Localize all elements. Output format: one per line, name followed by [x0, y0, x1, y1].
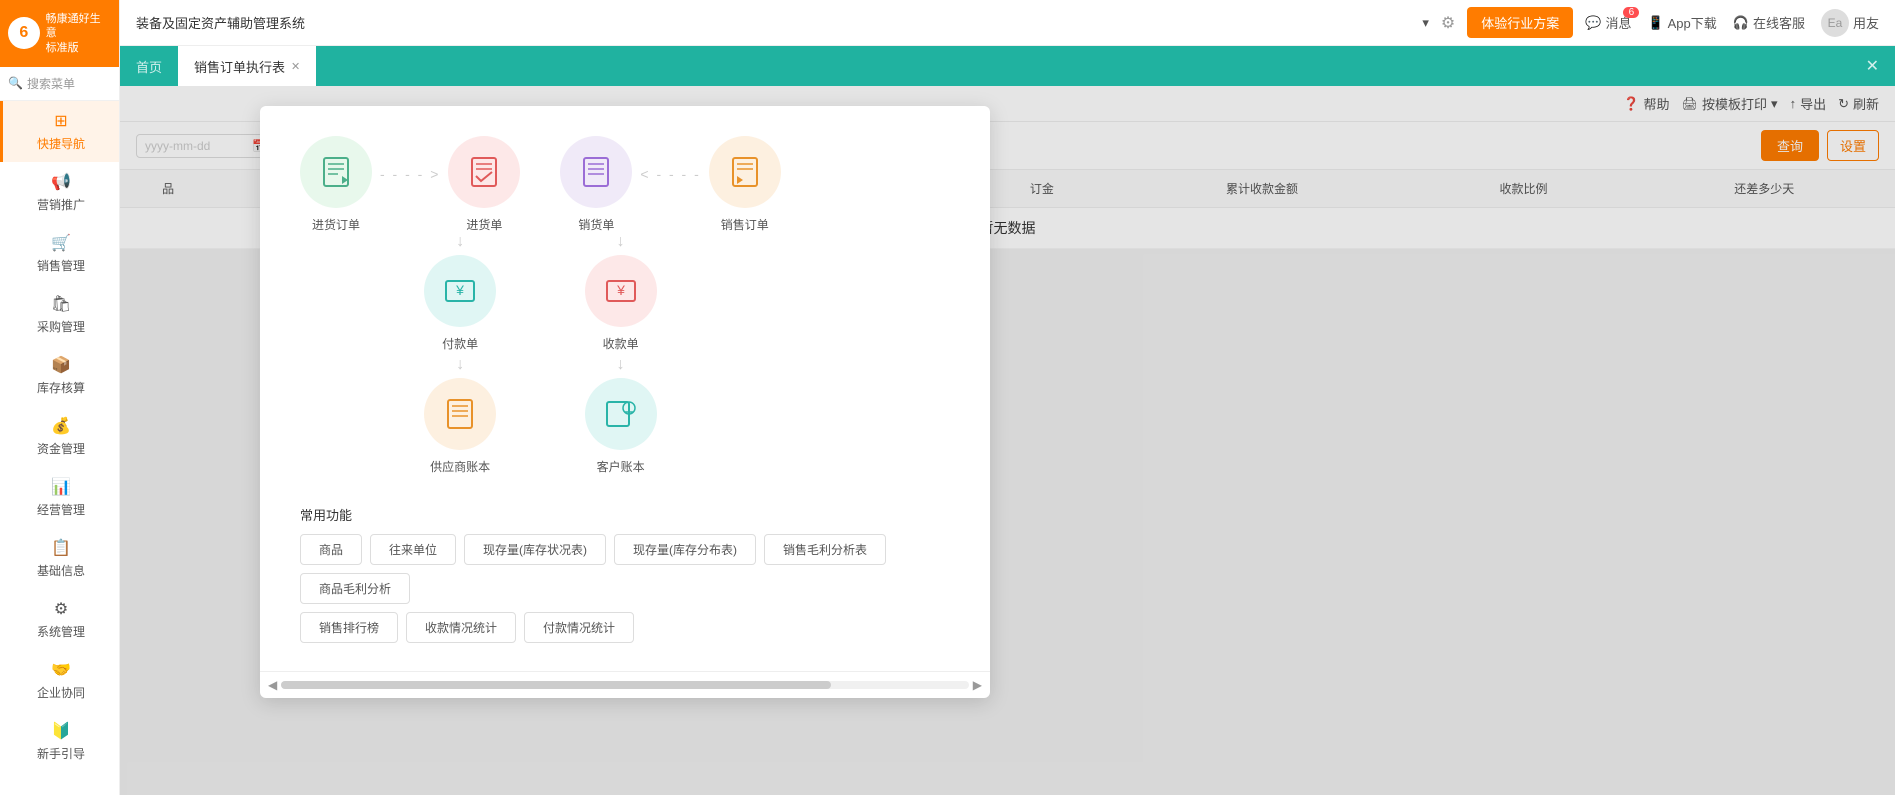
main-area: 装备及固定资产辅助管理系统 ▾ ⚙ 体验行业方案 💬 消息 6 📱 App下载 … — [120, 0, 1895, 795]
newcomer-icon: 🔰 — [51, 721, 71, 741]
func-btn-stock-status[interactable]: 现存量(库存状况表) — [464, 534, 606, 565]
quick-nav-icon: ⊞ — [54, 111, 67, 131]
receipt-bill-circle: ¥ — [585, 255, 657, 327]
logo-area: 6 畅康通好生意 标准版 — [0, 0, 119, 67]
func-btn-payment-stats[interactable]: 付款情况统计 — [524, 612, 634, 643]
phone-icon: 📱 — [1647, 15, 1663, 31]
flow-diagram: 进货订单 - - - - > — [300, 136, 950, 475]
sidebar-item-purchase[interactable]: 🛍 采购管理 — [0, 284, 119, 345]
basic-info-icon: 📋 — [51, 538, 71, 558]
user-menu[interactable]: Ea 用友 — [1821, 9, 1879, 37]
inventory-icon: 📦 — [51, 355, 71, 375]
scroll-right-icon[interactable]: ▶ — [973, 678, 982, 692]
func-btn-sales-profit[interactable]: 销售毛利分析表 — [764, 534, 886, 565]
online-service-action[interactable]: 🎧 在线客服 — [1733, 13, 1805, 32]
func-grid-row2: 销售排行榜 收款情况统计 付款情况统计 — [300, 612, 950, 643]
common-functions-title: 常用功能 — [300, 505, 950, 524]
tab-sales-order-exec[interactable]: 销售订单执行表 ✕ — [178, 46, 316, 86]
sidebar-item-marketing[interactable]: 📢 营销推广 — [0, 162, 119, 223]
payment-bill-circle: ¥ — [424, 255, 496, 327]
sidebar-nav: ⊞ 快捷导航 📢 营销推广 🛒 销售管理 🛍 采购管理 📦 库存核算 💰 — [0, 101, 119, 795]
sidebar-item-enterprise[interactable]: 🤝 企业协同 — [0, 650, 119, 711]
common-functions: 常用功能 商品 往来单位 现存量(库存状况表) 现存量(库存分布表) 销售毛利分… — [300, 505, 950, 643]
customer-ledger-circle — [585, 378, 657, 450]
finance-icon: 💰 — [51, 416, 71, 436]
scroll-left-icon[interactable]: ◀ — [268, 678, 277, 692]
sales-bill-circle — [560, 136, 632, 208]
logo-text: 畅康通好生意 标准版 — [46, 12, 111, 55]
sales-icon: 🛒 — [51, 233, 71, 253]
flow-node-supplier-ledger: 供应商账本 — [424, 378, 496, 475]
purchase-icon: 🛍 — [51, 294, 71, 314]
svg-text:¥: ¥ — [616, 282, 625, 298]
message-action[interactable]: 💬 消息 6 — [1585, 13, 1631, 32]
flow-node-purchase-order: 进货订单 — [300, 136, 372, 233]
search-icon: 🔍 — [8, 76, 23, 90]
scrollbar-thumb[interactable] — [281, 681, 831, 689]
message-badge: 6 — [1623, 7, 1639, 18]
settings-icon[interactable]: ⚙ — [1441, 13, 1455, 33]
tab-close-icon[interactable]: ✕ — [291, 60, 300, 73]
sales-order-circle — [709, 136, 781, 208]
system-title: 装备及固定资产辅助管理系统 — [136, 13, 1410, 32]
tab-home[interactable]: 首页 — [120, 46, 178, 86]
flow-node-customer-ledger: 客户账本 — [585, 378, 657, 475]
func-btn-partners[interactable]: 往来单位 — [370, 534, 456, 565]
sidebar-item-operations[interactable]: 📊 经营管理 — [0, 467, 119, 528]
flow-node-purchase-bill: 进货单 — [448, 136, 520, 233]
purchase-order-circle — [300, 136, 372, 208]
sidebar-item-finance[interactable]: 💰 资金管理 — [0, 406, 119, 467]
flow-node-sales-order: 销售订单 — [709, 136, 781, 233]
flow-node-payment-bill: ¥ 付款单 — [424, 255, 496, 352]
sidebar: 6 畅康通好生意 标准版 🔍 搜索菜单 ⊞ 快捷导航 📢 营销推广 🛒 销售管理 — [0, 0, 120, 795]
sidebar-item-quick-nav[interactable]: ⊞ 快捷导航 — [0, 101, 119, 162]
popup-content: 进货订单 - - - - > — [260, 106, 990, 671]
operations-icon: 📊 — [51, 477, 71, 497]
marketing-icon: 📢 — [51, 172, 71, 192]
close-all-tabs-icon[interactable]: ✕ — [1850, 56, 1895, 76]
system-dropdown[interactable]: ▾ — [1422, 15, 1429, 31]
search-menu[interactable]: 🔍 搜索菜单 — [0, 67, 119, 101]
message-icon: 💬 — [1585, 15, 1601, 31]
sidebar-item-sales[interactable]: 🛒 销售管理 — [0, 223, 119, 284]
sidebar-item-newcomer[interactable]: 🔰 新手引导 — [0, 711, 119, 772]
avatar: Ea — [1821, 9, 1849, 37]
flow-node-receipt-bill: ¥ 收款单 — [585, 255, 657, 352]
purchase-bill-circle — [448, 136, 520, 208]
sidebar-item-inventory[interactable]: 📦 库存核算 — [0, 345, 119, 406]
func-grid-row1: 商品 往来单位 现存量(库存状况表) 现存量(库存分布表) 销售毛利分析表 商品… — [300, 534, 950, 604]
popup-overlay[interactable]: 进货订单 - - - - > — [120, 86, 1895, 795]
sidebar-item-system[interactable]: ⚙ 系统管理 — [0, 589, 119, 650]
system-icon: ⚙ — [54, 599, 68, 619]
content-area: ❓ 帮助 🖨 按模板打印 ▾ ↑ 导出 ↻ 刷新 — [120, 86, 1895, 795]
popup-box: 进货订单 - - - - > — [260, 106, 990, 698]
sidebar-item-basic-info[interactable]: 📋 基础信息 — [0, 528, 119, 589]
svg-text:¥: ¥ — [455, 282, 464, 298]
func-btn-product[interactable]: 商品 — [300, 534, 362, 565]
top-header: 装备及固定资产辅助管理系统 ▾ ⚙ 体验行业方案 💬 消息 6 📱 App下载 … — [120, 0, 1895, 46]
enterprise-icon: 🤝 — [51, 660, 71, 680]
app-download-action[interactable]: 📱 App下载 — [1647, 13, 1716, 32]
flow-node-sales-bill: 销货单 — [560, 136, 632, 233]
supplier-ledger-circle — [424, 378, 496, 450]
func-btn-receipt-stats[interactable]: 收款情况统计 — [406, 612, 516, 643]
scrollbar-track[interactable] — [281, 681, 969, 689]
headset-icon: 🎧 — [1733, 15, 1749, 31]
experience-btn[interactable]: 体验行业方案 — [1467, 7, 1573, 38]
logo-icon: 6 — [8, 17, 40, 49]
func-btn-sales-rank[interactable]: 销售排行榜 — [300, 612, 398, 643]
tab-bar: 首页 销售订单执行表 ✕ ✕ — [120, 46, 1895, 86]
popup-scrollbar: ◀ ▶ — [260, 671, 990, 698]
func-btn-product-profit[interactable]: 商品毛利分析 — [300, 573, 410, 604]
header-actions: 💬 消息 6 📱 App下载 🎧 在线客服 Ea 用友 — [1585, 9, 1879, 37]
func-btn-stock-dist[interactable]: 现存量(库存分布表) — [614, 534, 756, 565]
